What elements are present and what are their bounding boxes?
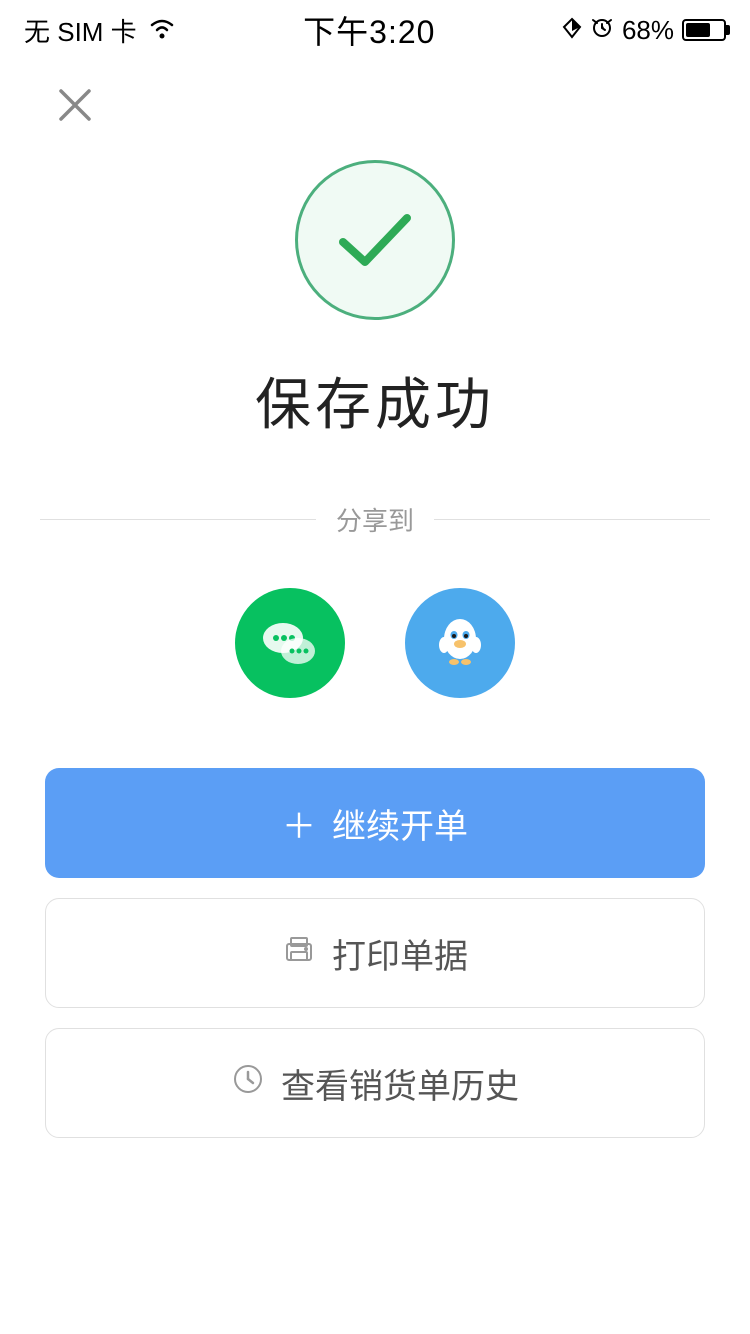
- qq-share-button[interactable]: [405, 588, 515, 698]
- battery-icon: [682, 19, 726, 41]
- qq-icon: [428, 611, 493, 676]
- wechat-share-button[interactable]: [235, 588, 345, 698]
- close-button-row: [40, 60, 710, 160]
- share-divider: 分享到: [40, 501, 710, 538]
- continue-order-label: 继续开单: [332, 799, 468, 848]
- close-button[interactable]: [50, 80, 100, 130]
- carrier-text: 无 SIM 卡: [24, 12, 137, 49]
- plus-icon: ＋: [282, 799, 316, 848]
- wifi-icon: [147, 15, 177, 46]
- status-bar: 无 SIM 卡 下午3:20 68%: [0, 0, 750, 60]
- continue-order-button[interactable]: ＋ 继续开单: [45, 768, 705, 878]
- print-label: 打印单据: [332, 929, 468, 978]
- printer-icon: [282, 932, 316, 966]
- success-title: 保存成功: [255, 360, 495, 441]
- print-icon: [282, 932, 316, 975]
- history-button[interactable]: 查看销货单历史: [45, 1028, 705, 1138]
- history-label: 查看销货单历史: [281, 1059, 519, 1108]
- divider-left: [40, 519, 316, 520]
- divider-right: [434, 519, 710, 520]
- wechat-icon: [258, 616, 323, 671]
- time-display: 下午3:20: [303, 7, 435, 53]
- share-label: 分享到: [336, 501, 414, 538]
- location-icon: [562, 15, 582, 46]
- history-clock-icon: [231, 1062, 265, 1096]
- share-icons-row: [235, 588, 515, 698]
- status-left: 无 SIM 卡: [24, 12, 177, 49]
- status-right: 68%: [562, 15, 726, 46]
- print-button[interactable]: 打印单据: [45, 898, 705, 1008]
- page-content: 保存成功 分享到: [0, 60, 750, 1158]
- alarm-icon: [590, 15, 614, 46]
- close-icon: [57, 87, 93, 123]
- success-circle: [295, 160, 455, 320]
- clock-icon: [231, 1062, 265, 1105]
- battery-percent: 68%: [622, 15, 674, 46]
- checkmark-icon: [335, 210, 415, 270]
